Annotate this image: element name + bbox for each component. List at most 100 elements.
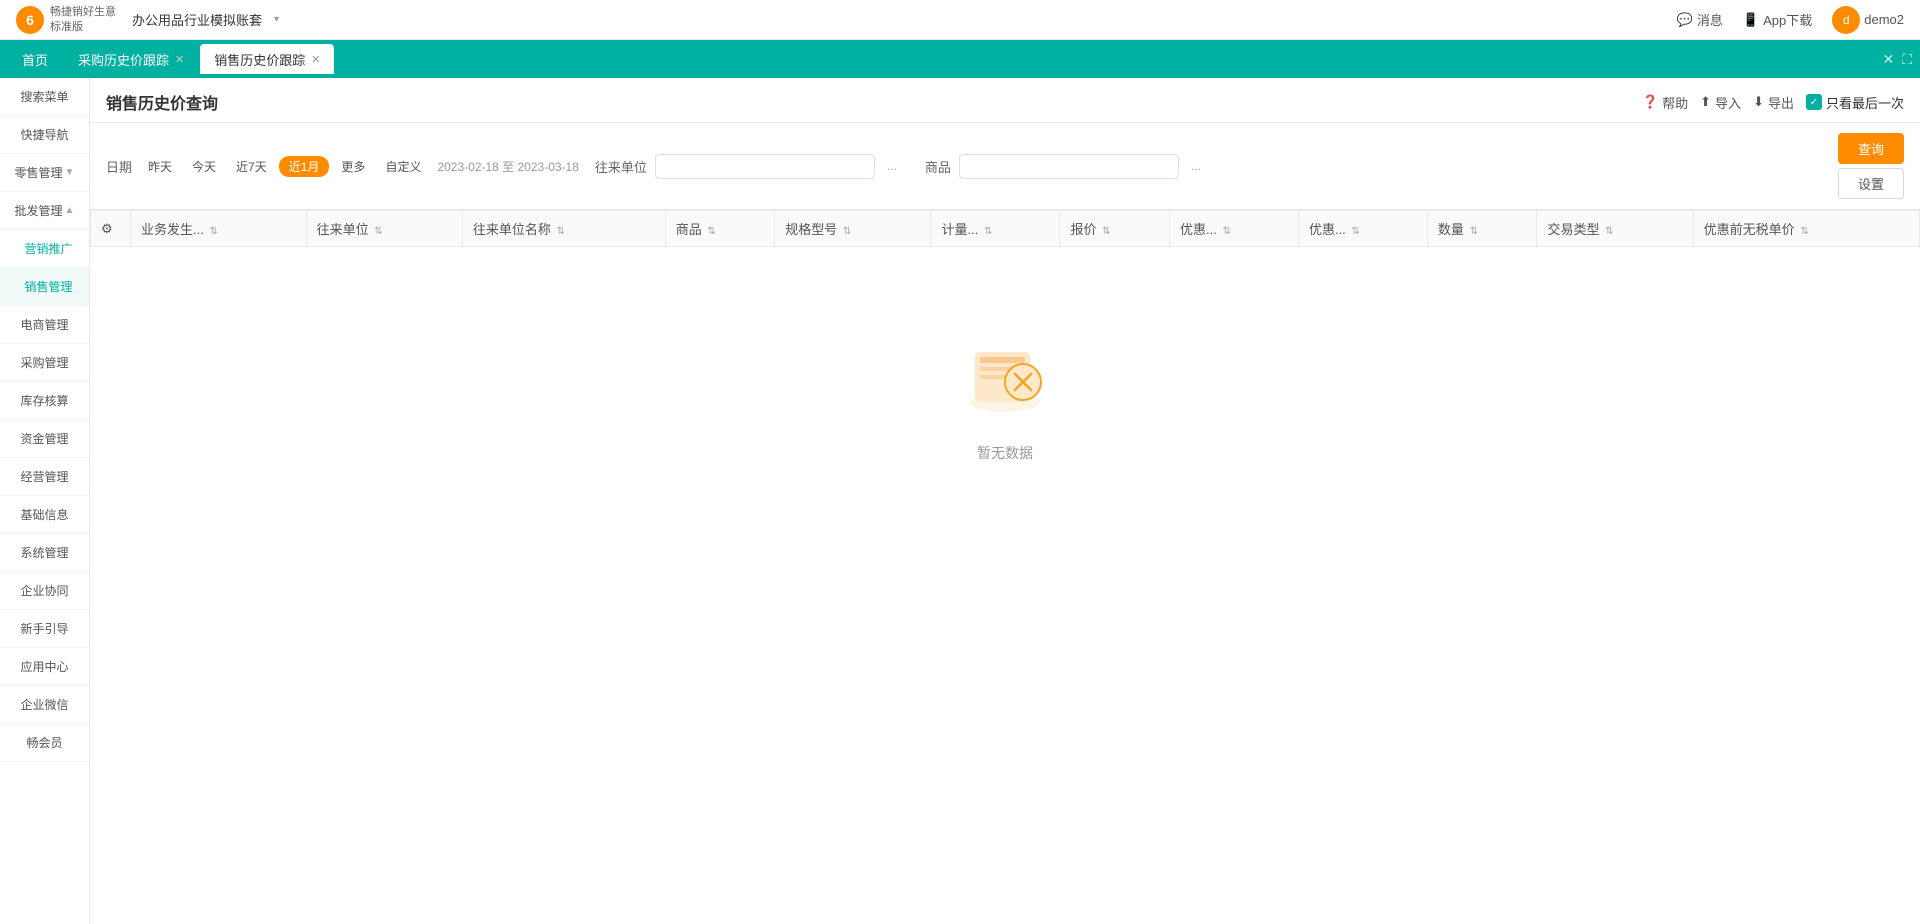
sidebar-item-ecommerce[interactable]: 电商管理 (0, 306, 89, 344)
th-discount1[interactable]: 优惠... ⇅ (1169, 211, 1298, 247)
partner-label: 往来单位 (595, 157, 647, 176)
maximize-window-icon[interactable]: ⛶ (1902, 51, 1912, 68)
sidebar: 搜索菜单 快捷导航 零售管理 ▼ 批发管理 ▲ 营销推广 销售管理 电商管理 采… (0, 78, 90, 924)
product-ellipsis: ... (1191, 159, 1201, 173)
table-header-row: ⚙ 业务发生... ⇅ 往来单位 ⇅ 往来单位名称 ⇅ (91, 211, 1920, 247)
download-icon: 📱 (1743, 12, 1759, 28)
sidebar-item-wholesale-mgmt[interactable]: 批发管理 ▲ (0, 192, 89, 230)
message-button[interactable]: 💬 消息 (1677, 10, 1723, 29)
date-btn-more[interactable]: 更多 (333, 156, 373, 177)
sort-unit-icon: ⇅ (984, 226, 992, 237)
th-pretax-price[interactable]: 优惠前无税单价 ⇅ (1693, 211, 1919, 247)
tab-purchase-close[interactable]: ✕ (175, 53, 184, 66)
import-button[interactable]: ⬆ 导入 (1700, 93, 1741, 112)
inventory-label: 库存核算 (20, 394, 68, 408)
sales-mgmt-label: 销售管理 (24, 280, 72, 294)
sort-biz-date-icon: ⇅ (209, 226, 217, 237)
close-window-icon[interactable]: ✕ (1882, 51, 1894, 68)
sidebar-item-enterprise[interactable]: 企业协同 (0, 572, 89, 610)
sidebar-item-finance[interactable]: 资金管理 (0, 420, 89, 458)
chevron-down-icon: ▼ (65, 167, 75, 178)
sidebar-item-system[interactable]: 系统管理 (0, 534, 89, 572)
sidebar-item-app-center[interactable]: 应用中心 (0, 648, 89, 686)
wholesale-mgmt-label: 批发管理 (15, 202, 63, 219)
sidebar-item-retail-mgmt[interactable]: 零售管理 ▼ (0, 154, 89, 192)
sort-partner-name-icon: ⇅ (556, 226, 564, 237)
tab-sales[interactable]: 销售历史价跟踪 ✕ (200, 44, 334, 74)
partner-filter-group: 往来单位 ... 商品 ... (595, 154, 1822, 179)
basic-info-label: 基础信息 (20, 508, 68, 522)
date-label: 日期 (106, 157, 132, 176)
logo-icon: 6 (16, 6, 44, 34)
filter-bar: 日期 昨天 今天 近7天 近1月 更多 自定义 2023-02-18 至 202… (90, 123, 1920, 210)
search-menu-label: 搜索菜单 (20, 90, 68, 104)
sidebar-item-sales-mgmt[interactable]: 销售管理 (0, 268, 89, 306)
sidebar-item-marketing[interactable]: 营销推广 (0, 230, 89, 268)
query-button[interactable]: 查询 (1838, 133, 1904, 164)
date-btn-yesterday[interactable]: 昨天 (140, 156, 180, 177)
sort-discount1-icon: ⇅ (1222, 226, 1230, 237)
tab-sales-close[interactable]: ✕ (311, 53, 320, 66)
only-last-checkbox[interactable]: ✓ 只看最后一次 (1806, 93, 1904, 112)
user-area[interactable]: d demo2 (1832, 6, 1904, 34)
date-btn-custom[interactable]: 自定义 (377, 156, 429, 177)
th-spec[interactable]: 规格型号 ⇅ (775, 211, 931, 247)
th-trade-type[interactable]: 交易类型 ⇅ (1537, 211, 1693, 247)
th-settings[interactable]: ⚙ (91, 211, 131, 247)
product-input[interactable] (959, 154, 1179, 179)
app-title-dropdown[interactable]: ▾ (274, 14, 279, 25)
help-button[interactable]: ❓ 帮助 (1642, 93, 1688, 112)
page-title: 销售历史价查询 (106, 90, 218, 114)
th-discount2[interactable]: 优惠... ⇅ (1298, 211, 1427, 247)
sidebar-item-guide[interactable]: 新手引导 (0, 610, 89, 648)
sidebar-item-membership[interactable]: 畅会员 (0, 724, 89, 762)
app-download-button[interactable]: 📱 App下载 (1743, 10, 1812, 29)
th-biz-date[interactable]: 业务发生... ⇅ (131, 211, 307, 247)
settings-button[interactable]: 设置 (1838, 168, 1904, 199)
finance-label: 资金管理 (20, 432, 68, 446)
guide-label: 新手引导 (20, 622, 68, 636)
date-btn-last7[interactable]: 近7天 (228, 156, 275, 177)
sidebar-item-operations[interactable]: 经营管理 (0, 458, 89, 496)
sort-quote-price-icon: ⇅ (1102, 226, 1110, 237)
table-container: ⚙ 业务发生... ⇅ 往来单位 ⇅ 往来单位名称 ⇅ (90, 210, 1920, 924)
sort-product-icon: ⇅ (707, 226, 715, 237)
logo-text: 畅捷销好生意 标准版 (50, 5, 116, 34)
top-bar-left: 6 畅捷销好生意 标准版 办公用品行业模拟账套 ▾ (16, 5, 279, 34)
sort-trade-type-icon: ⇅ (1605, 226, 1613, 237)
th-unit[interactable]: 计量... ⇅ (931, 211, 1060, 247)
top-bar-right: 💬 消息 📱 App下载 d demo2 (1677, 6, 1904, 34)
operations-label: 经营管理 (20, 470, 68, 484)
sort-discount2-icon: ⇅ (1351, 226, 1359, 237)
th-partner-code[interactable]: 往来单位 ⇅ (306, 211, 462, 247)
th-product[interactable]: 商品 ⇅ (665, 211, 775, 247)
message-icon: 💬 (1677, 12, 1693, 28)
partner-input[interactable] (655, 154, 875, 179)
main-layout: 搜索菜单 快捷导航 零售管理 ▼ 批发管理 ▲ 营销推广 销售管理 电商管理 采… (0, 78, 1920, 924)
tab-purchase[interactable]: 采购历史价跟踪 ✕ (64, 44, 198, 74)
tab-home[interactable]: 首页 (8, 44, 62, 74)
export-button[interactable]: ⬇ 导出 (1753, 93, 1794, 112)
sidebar-item-quick-nav[interactable]: 快捷导航 (0, 116, 89, 154)
date-btn-today[interactable]: 今天 (184, 156, 224, 177)
partner-ellipsis: ... (887, 159, 897, 173)
sidebar-item-corp-wechat[interactable]: 企业微信 (0, 686, 89, 724)
sidebar-item-purchase-mgmt[interactable]: 采购管理 (0, 344, 89, 382)
date-options: 昨天 今天 近7天 近1月 更多 自定义 (140, 156, 429, 177)
th-quantity[interactable]: 数量 ⇅ (1427, 211, 1537, 247)
top-bar: 6 畅捷销好生意 标准版 办公用品行业模拟账套 ▾ 💬 消息 📱 App下载 d… (0, 0, 1920, 40)
date-btn-last1month[interactable]: 近1月 (279, 156, 330, 177)
purchase-mgmt-label: 采购管理 (20, 356, 68, 370)
th-partner-name[interactable]: 往来单位名称 ⇅ (462, 211, 665, 247)
empty-icon (955, 327, 1055, 427)
th-quote-price[interactable]: 报价 ⇅ (1060, 211, 1170, 247)
tab-bar: 首页 采购历史价跟踪 ✕ 销售历史价跟踪 ✕ ✕ ⛶ (0, 40, 1920, 78)
sidebar-item-inventory[interactable]: 库存核算 (0, 382, 89, 420)
help-icon: ❓ (1642, 94, 1658, 110)
empty-state: 暂无数据 (90, 247, 1920, 543)
ecommerce-label: 电商管理 (20, 318, 68, 332)
sort-spec-icon: ⇅ (843, 226, 851, 237)
data-table: ⚙ 业务发生... ⇅ 往来单位 ⇅ 往来单位名称 ⇅ (90, 210, 1920, 247)
sidebar-item-search-menu[interactable]: 搜索菜单 (0, 78, 89, 116)
sidebar-item-basic-info[interactable]: 基础信息 (0, 496, 89, 534)
